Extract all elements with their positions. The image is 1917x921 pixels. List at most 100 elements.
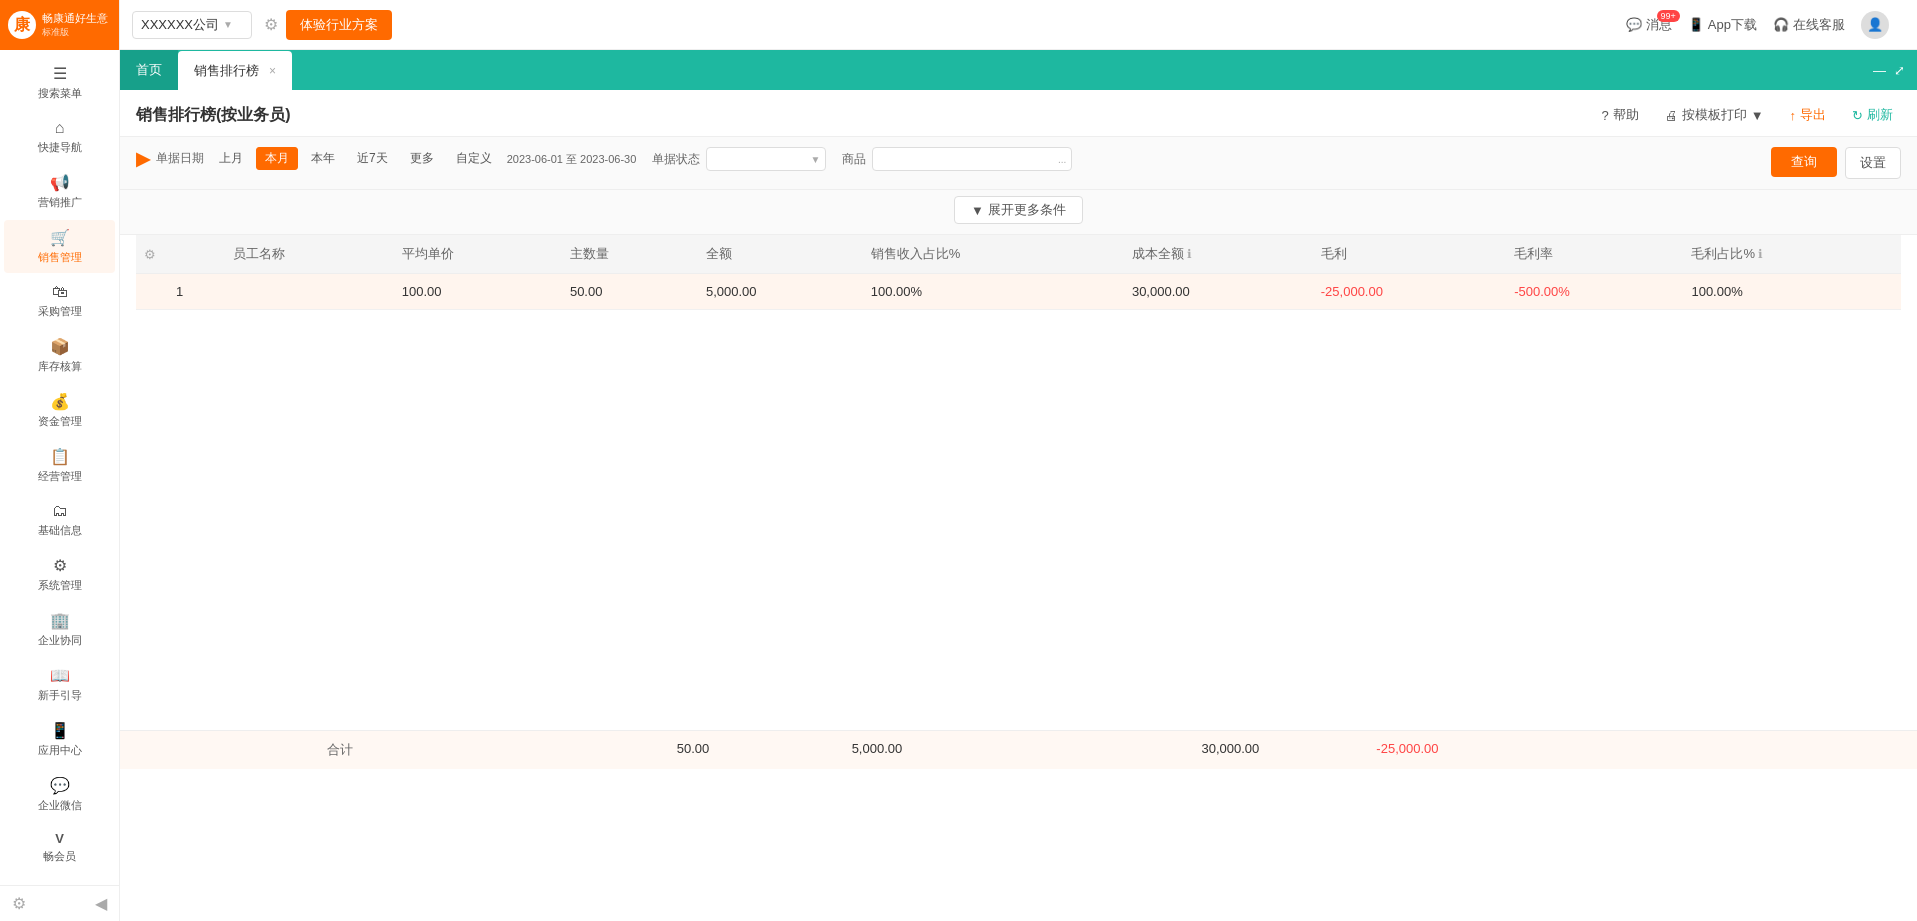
avatar[interactable]: 👤 <box>1861 11 1889 39</box>
sidebar-item-inventory[interactable]: 📦 库存核算 <box>4 329 115 382</box>
topbar-settings-icon[interactable]: ⚙ <box>264 15 278 34</box>
app-download-btn[interactable]: 📱 App下载 <box>1688 16 1757 34</box>
footer-label-cell <box>144 741 319 759</box>
help-icon: ? <box>1601 108 1608 123</box>
sidebar-item-operation[interactable]: 📋 经营管理 <box>4 439 115 492</box>
export-icon: ↑ <box>1790 108 1797 123</box>
company-dropdown-arrow: ▼ <box>223 19 233 30</box>
query-btn[interactable]: 查询 <box>1771 147 1837 177</box>
sidebar-item-quick-nav-label: 快捷导航 <box>38 140 82 155</box>
sidebar-item-member-label: 畅会员 <box>43 849 76 864</box>
inventory-icon: 📦 <box>50 337 70 356</box>
filter-left: ▶ 单据日期 上月 本月 本年 近7天 更多 自定义 2023-06-01 至 … <box>136 147 1755 171</box>
sidebar-item-app-center[interactable]: 📱 应用中心 <box>4 713 115 766</box>
tab-maximize-icon[interactable]: ⤢ <box>1894 63 1905 78</box>
sidebar-item-finance[interactable]: 💰 资金管理 <box>4 384 115 437</box>
date-range: 2023-06-01 至 2023-06-30 <box>507 152 637 167</box>
filter-toggle-icon[interactable]: ▶ <box>136 148 150 170</box>
gross-pct-info-icon[interactable]: ℹ <box>1758 247 1763 261</box>
filter-bar: ▶ 单据日期 上月 本月 本年 近7天 更多 自定义 2023-06-01 至 … <box>120 137 1917 190</box>
sidebar-menu: ☰ 搜索菜单 ⌂ 快捷导航 📢 营销推广 🛒 销售管理 🛍 采购管理 📦 库存核… <box>0 50 119 885</box>
online-service-label: 在线客服 <box>1793 16 1845 34</box>
sidebar-item-sales[interactable]: 🛒 销售管理 <box>4 220 115 273</box>
quick-nav-icon: ⌂ <box>55 119 65 137</box>
tabbar: 首页 销售排行榜 × — ⤢ <box>120 50 1917 90</box>
table-row: 1 100.00 50.00 5,000.00 100.00% 30,000.0… <box>136 274 1901 310</box>
logo-text: 畅康通好生意 标准版 <box>42 11 108 38</box>
sidebar-item-enterprise-wechat[interactable]: 💬 企业微信 <box>4 768 115 821</box>
export-label: 导出 <box>1800 106 1826 124</box>
td-employee <box>225 274 393 310</box>
sidebar-item-guide[interactable]: 📖 新手引导 <box>4 658 115 711</box>
date-tab-last-month[interactable]: 上月 <box>210 147 252 170</box>
goods-select[interactable] <box>872 147 1072 171</box>
company-name: XXXXXX公司 <box>141 16 219 34</box>
column-settings-icon[interactable]: ⚙ <box>144 247 156 262</box>
settings-btn[interactable]: 设置 <box>1845 147 1901 179</box>
footer-total-label: 合计 <box>319 741 494 759</box>
message-badge: 99+ <box>1657 10 1680 22</box>
tab-close-icon[interactable]: × <box>269 64 276 78</box>
tab-home-label: 首页 <box>136 61 162 79</box>
message-btn[interactable]: 💬 消息 99+ <box>1626 16 1672 34</box>
export-btn[interactable]: ↑ 导出 <box>1782 102 1835 128</box>
date-label: 单据日期 <box>156 150 204 167</box>
sidebar-item-search-order-label: 搜索菜单 <box>38 86 82 101</box>
tab-sales-ranking[interactable]: 销售排行榜 × <box>178 51 292 91</box>
expand-row: ▼ 展开更多条件 <box>120 190 1917 235</box>
td-sales-pct: 100.00% <box>863 274 1124 310</box>
status-label: 单据状态 <box>652 151 700 168</box>
date-tab-this-month[interactable]: 本月 <box>256 147 298 170</box>
enterprise-icon: 🏢 <box>50 611 70 630</box>
sidebar-item-system[interactable]: ⚙ 系统管理 <box>4 548 115 601</box>
company-selector[interactable]: XXXXXX公司 ▼ <box>132 11 252 39</box>
sidebar-item-search-order[interactable]: ☰ 搜索菜单 <box>4 56 115 109</box>
sidebar-item-operation-label: 经营管理 <box>38 469 82 484</box>
date-tab-custom[interactable]: 自定义 <box>447 147 501 170</box>
sidebar-settings-icon[interactable]: ⚙ <box>12 894 26 913</box>
trial-btn[interactable]: 体验行业方案 <box>286 10 392 40</box>
page-header-actions: ? 帮助 🖨 按模板打印 ▼ ↑ 导出 ↻ 刷新 <box>1593 102 1901 128</box>
page: 销售排行榜(按业务员) ? 帮助 🖨 按模板打印 ▼ ↑ 导出 <box>120 90 1917 921</box>
footer-avg-price <box>494 741 669 759</box>
goods-filter-group: 商品 ... <box>842 147 1072 171</box>
ranking-table: ⚙ 员工名称 平均单价 主数量 <box>136 235 1901 310</box>
td-avg-price: 100.00 <box>394 274 562 310</box>
td-qty: 50.00 <box>562 274 698 310</box>
tab-home[interactable]: 首页 <box>120 50 178 90</box>
sidebar-item-enterprise[interactable]: 🏢 企业协同 <box>4 603 115 656</box>
sidebar-item-basic-info[interactable]: 🗂 基础信息 <box>4 494 115 546</box>
sidebar-item-app-center-label: 应用中心 <box>38 743 82 758</box>
cost-info-icon[interactable]: ℹ <box>1187 247 1192 261</box>
sidebar-item-system-label: 系统管理 <box>38 578 82 593</box>
goods-label: 商品 <box>842 151 866 168</box>
basic-info-icon: 🗂 <box>52 502 68 520</box>
td-settings <box>136 274 168 310</box>
print-dropdown-arrow[interactable]: ▼ <box>1751 108 1764 123</box>
footer-amount: 5,000.00 <box>844 741 1019 759</box>
sidebar-collapse-icon[interactable]: ◀ <box>95 894 107 913</box>
table-footer: 合计 50.00 5,000.00 30,000.00 -25,000.00 <box>120 730 1917 769</box>
topbar-right: 💬 消息 99+ 📱 App下载 🎧 在线客服 👤 <box>1626 11 1905 39</box>
sidebar-item-purchase[interactable]: 🛍 采购管理 <box>4 275 115 327</box>
sidebar-item-marketing[interactable]: 📢 营销推广 <box>4 165 115 218</box>
print-btn[interactable]: 🖨 按模板打印 ▼ <box>1657 102 1772 128</box>
expand-conditions-btn[interactable]: ▼ 展开更多条件 <box>954 196 1083 224</box>
refresh-btn[interactable]: ↻ 刷新 <box>1844 102 1901 128</box>
marketing-icon: 📢 <box>50 173 70 192</box>
status-select[interactable] <box>706 147 826 171</box>
tab-minimize-icon[interactable]: — <box>1873 63 1886 78</box>
help-btn[interactable]: ? 帮助 <box>1593 102 1646 128</box>
th-employee: 员工名称 <box>225 235 393 274</box>
date-tab-7days[interactable]: 近7天 <box>348 147 397 170</box>
sidebar-item-quick-nav[interactable]: ⌂ 快捷导航 <box>4 111 115 163</box>
date-tab-this-year[interactable]: 本年 <box>302 147 344 170</box>
print-icon: 🖨 <box>1665 108 1678 123</box>
sidebar-item-guide-label: 新手引导 <box>38 688 82 703</box>
footer-gross-rate <box>1543 741 1718 759</box>
expand-icon: ▼ <box>971 203 984 218</box>
online-service-btn[interactable]: 🎧 在线客服 <box>1773 16 1845 34</box>
goods-select-wrap: ... <box>872 147 1072 171</box>
date-tab-more[interactable]: 更多 <box>401 147 443 170</box>
sidebar-item-member[interactable]: V 畅会员 <box>4 823 115 872</box>
